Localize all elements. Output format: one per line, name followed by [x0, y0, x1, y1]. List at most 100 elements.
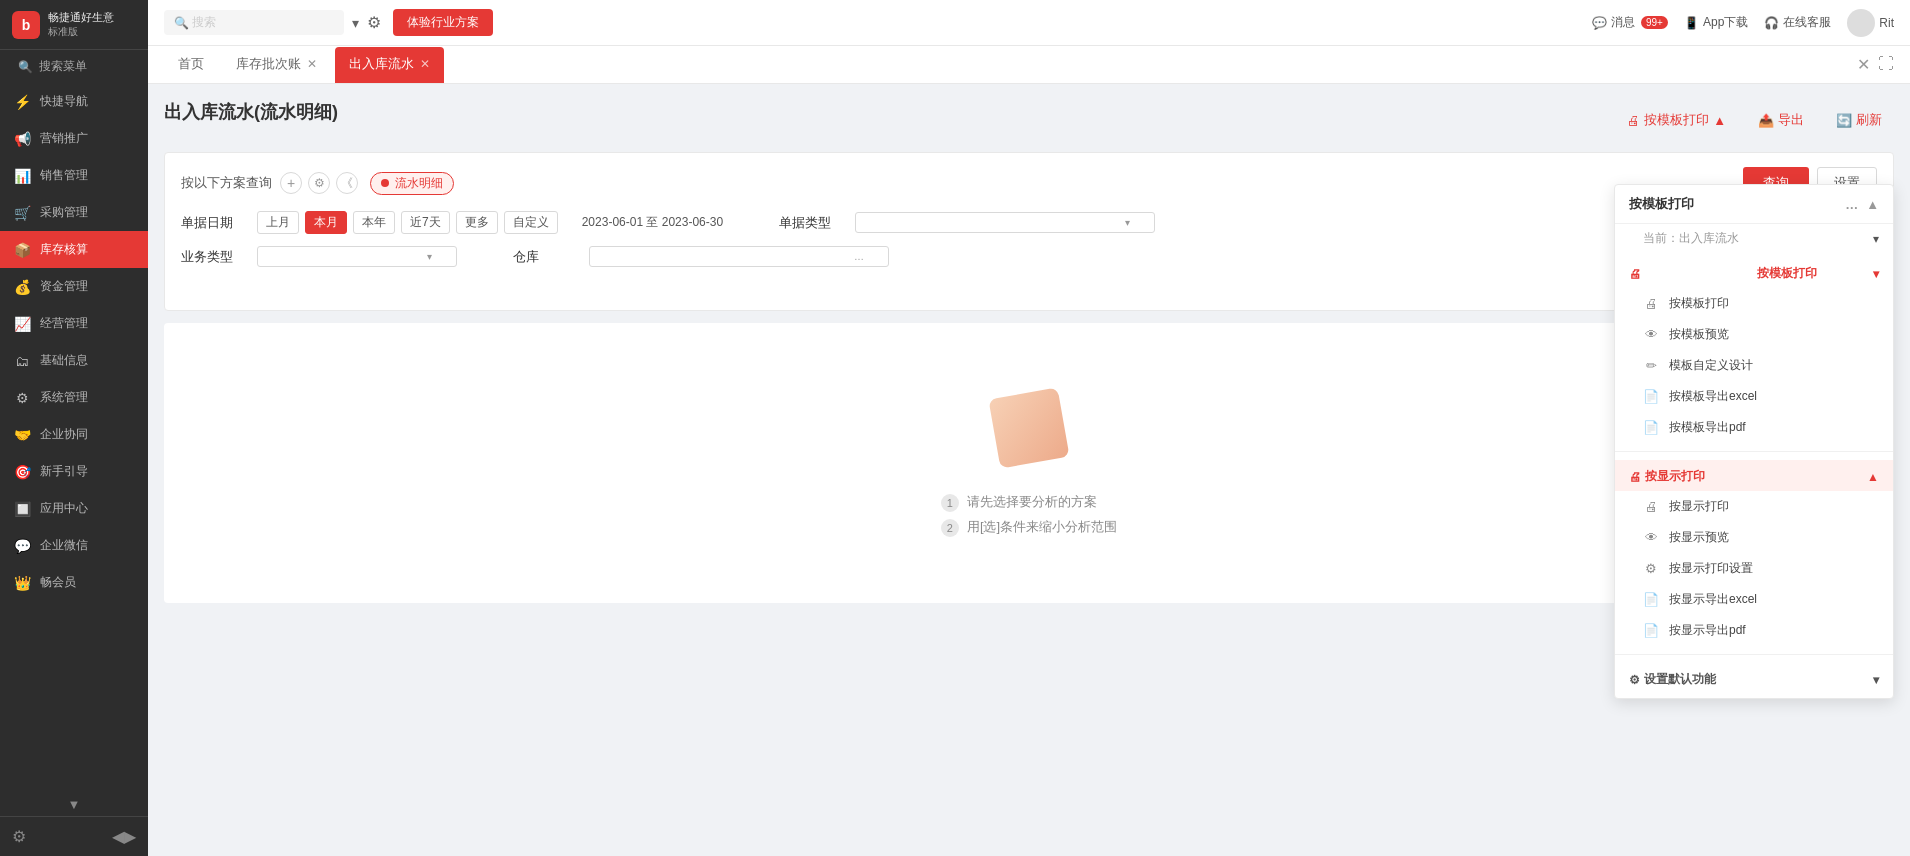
item-template-print-label: 按模板打印: [1669, 295, 1729, 312]
user-avatar[interactable]: Rit: [1847, 9, 1894, 37]
sidebar-item-yingxiao[interactable]: 📢 营销推广: [0, 120, 148, 157]
filter-settings-btn[interactable]: ⚙: [308, 172, 330, 194]
dropdown-scroll-up[interactable]: ▲: [1866, 197, 1879, 212]
tab-inout-flow[interactable]: 出入库流水 ✕: [335, 47, 444, 83]
item-pdf-icon1: 📄: [1643, 420, 1659, 435]
date-btn-custom[interactable]: 自定义: [504, 211, 558, 234]
sidebar-item-jichu[interactable]: 🗂 基础信息: [0, 342, 148, 379]
date-btn-this-year[interactable]: 本年: [353, 211, 395, 234]
nav-label-xitong: 系统管理: [40, 389, 88, 406]
header-search-dropdown[interactable]: ▾: [352, 15, 359, 31]
filter-add-btn[interactable]: +: [280, 172, 302, 194]
dropdown-current-label: 当前：出入库流水: [1643, 230, 1739, 247]
tab-kucun-batch-label: 库存批次账: [236, 55, 301, 73]
header-search[interactable]: 🔍 搜索: [164, 10, 344, 35]
dropdown-item-template-preview[interactable]: 👁 按模板预览: [1615, 319, 1893, 350]
nav-label-qiye: 企业协同: [40, 426, 88, 443]
refresh-btn[interactable]: 🔄 刷新: [1824, 106, 1894, 134]
item-display-print-label: 按显示打印: [1669, 498, 1729, 515]
date-btn-7days[interactable]: 近7天: [401, 211, 450, 234]
sidebar-item-xitong[interactable]: ⚙ 系统管理: [0, 379, 148, 416]
dropdown-item-display-print[interactable]: 🖨 按显示打印: [1615, 491, 1893, 522]
header-settings-icon[interactable]: ⚙: [367, 13, 381, 32]
item-display-pdf-label: 按显示导出pdf: [1669, 622, 1746, 639]
dropdown-item-display-pdf[interactable]: 📄 按显示导出pdf: [1615, 615, 1893, 646]
sidebar-bottom: ⚙ ◀▶: [0, 816, 148, 856]
window-close-btn[interactable]: ✕: [1857, 55, 1870, 74]
dropdown-more-icon[interactable]: …: [1845, 197, 1858, 212]
dropdown-item-template-design[interactable]: ✏ 模板自定义设计: [1615, 350, 1893, 381]
default-section-title[interactable]: ⚙ 设置默认功能 ▾: [1615, 663, 1893, 694]
export-btn[interactable]: 📤 导出: [1746, 106, 1816, 134]
tab-kucun-batch-close[interactable]: ✕: [307, 57, 317, 71]
nav-icon-xiaoshou: 📊: [12, 168, 32, 184]
print-template-btn[interactable]: 🖨 按模板打印 ▲: [1615, 106, 1738, 134]
default-section-label: 设置默认功能: [1644, 671, 1716, 688]
item-design-icon: ✏: [1643, 358, 1659, 373]
message-btn[interactable]: 💬 消息 99+: [1592, 14, 1668, 31]
dropdown-current-arrow[interactable]: ▾: [1873, 232, 1879, 246]
trial-industry-btn[interactable]: 体验行业方案: [393, 9, 493, 36]
display-section-title[interactable]: 🖨 按显示打印 ▲: [1615, 460, 1893, 491]
active-filter-tag[interactable]: 流水明细: [370, 172, 454, 195]
biz-type-select[interactable]: ▾: [257, 246, 457, 267]
sidebar-item-xinshou[interactable]: 🎯 新手引导: [0, 453, 148, 490]
type-field-select[interactable]: ▾: [855, 212, 1155, 233]
item-preview-icon: 👁: [1643, 327, 1659, 342]
message-icon: 💬: [1592, 16, 1607, 30]
type-field-label: 单据类型: [779, 214, 839, 232]
sidebar-search[interactable]: 🔍 搜索菜单: [0, 50, 148, 83]
display-section-icon: 🖨: [1629, 470, 1641, 484]
dropdown-item-display-settings[interactable]: ⚙ 按显示打印设置: [1615, 553, 1893, 584]
dropdown-item-display-preview[interactable]: 👁 按显示预览: [1615, 522, 1893, 553]
sidebar-item-weixin[interactable]: 💬 企业微信: [0, 527, 148, 564]
empty-icon: [984, 383, 1074, 473]
nav-icon-huiyuan: 👑: [12, 575, 32, 591]
sidebar-item-xiaoshou[interactable]: 📊 销售管理: [0, 157, 148, 194]
warehouse-select[interactable]: …: [589, 246, 889, 267]
tab-kucun-batch[interactable]: 库存批次账 ✕: [222, 47, 331, 83]
sidebar-item-caigou[interactable]: 🛒 采购管理: [0, 194, 148, 231]
dropdown-item-display-excel[interactable]: 📄 按显示导出excel: [1615, 584, 1893, 615]
default-section: ⚙ 设置默认功能 ▾: [1615, 659, 1893, 698]
empty-step-1: 1 请先选择要分析的方案: [941, 493, 1117, 512]
sidebar-item-jingying[interactable]: 📈 经营管理: [0, 305, 148, 342]
tab-inout-flow-close[interactable]: ✕: [420, 57, 430, 71]
dropdown-divider-1: [1615, 451, 1893, 452]
sidebar-nav: ⚡ 快捷导航 📢 营销推广 📊 销售管理 🛒 采购管理 📦 库存核算 💰 资金管…: [0, 83, 148, 793]
nav-icon-yingxiao: 📢: [12, 131, 32, 147]
header-left: 🔍 搜索 ▾ ⚙ 体验行业方案: [164, 9, 1592, 36]
nav-label-kuaijie: 快捷导航: [40, 93, 88, 110]
sidebar-collapse-icon[interactable]: ◀▶: [112, 827, 136, 846]
date-btn-last-month[interactable]: 上月: [257, 211, 299, 234]
template-section-title[interactable]: 🖨 按模板打印 ▾: [1615, 257, 1893, 288]
filter-collapse-btn[interactable]: 《: [336, 172, 358, 194]
nav-icon-xinshou: 🎯: [12, 464, 32, 480]
tab-home[interactable]: 首页: [164, 47, 218, 83]
sidebar-item-kucun[interactable]: 📦 库存核算: [0, 231, 148, 268]
sidebar-item-huiyuan[interactable]: 👑 畅会员: [0, 564, 148, 601]
display-section-label: 按显示打印: [1645, 468, 1705, 485]
online-service-btn[interactable]: 🎧 在线客服: [1764, 14, 1831, 31]
export-label: 导出: [1778, 111, 1804, 129]
sidebar-item-kuaijie[interactable]: ⚡ 快捷导航: [0, 83, 148, 120]
dropdown-item-template-print[interactable]: 🖨 按模板打印: [1615, 288, 1893, 319]
dropdown-item-template-excel[interactable]: 📄 按模板导出excel: [1615, 381, 1893, 412]
sidebar-item-zijin[interactable]: 💰 资金管理: [0, 268, 148, 305]
sidebar-scroll-down[interactable]: ▼: [0, 793, 148, 816]
print-dropdown-arrow: ▲: [1713, 113, 1726, 128]
header-search-icon: 🔍: [174, 16, 189, 30]
app-download-btn[interactable]: 📱 App下载: [1684, 14, 1748, 31]
window-maximize-btn[interactable]: ⛶: [1878, 55, 1894, 74]
item-template-preview-label: 按模板预览: [1669, 326, 1729, 343]
nav-icon-weixin: 💬: [12, 538, 32, 554]
date-range-display: 2023-06-01 至 2023-06-30: [582, 214, 723, 231]
sidebar-item-qiye[interactable]: 🤝 企业协同: [0, 416, 148, 453]
dropdown-item-template-pdf[interactable]: 📄 按模板导出pdf: [1615, 412, 1893, 443]
dropdown-header-right: … ▲: [1845, 197, 1879, 212]
date-btn-more[interactable]: 更多: [456, 211, 498, 234]
template-section-arrow: ▾: [1873, 267, 1879, 281]
sidebar-item-yingyong[interactable]: 🔲 应用中心: [0, 490, 148, 527]
settings-icon[interactable]: ⚙: [12, 827, 26, 846]
date-btn-this-month[interactable]: 本月: [305, 211, 347, 234]
